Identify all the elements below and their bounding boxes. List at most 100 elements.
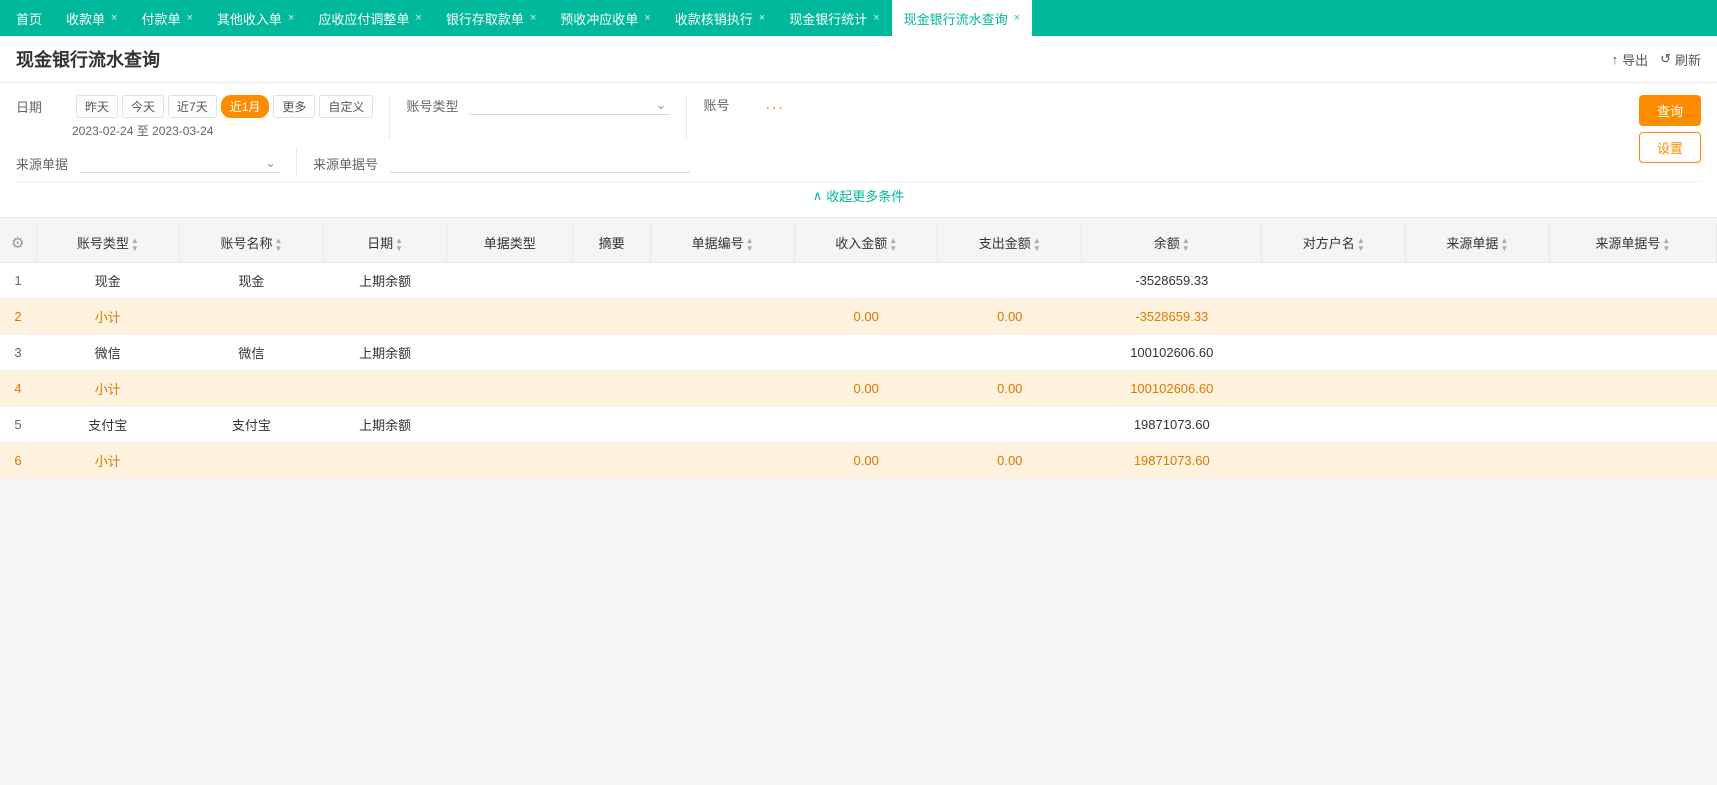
data-table: ⚙账号类型▲▼账号名称▲▼日期▲▼单据类型摘要单据编号▲▼收入金额▲▼支出金额▲… bbox=[0, 224, 1717, 479]
account-dots-button[interactable]: ... bbox=[765, 96, 784, 114]
query-button[interactable]: 查询 bbox=[1639, 95, 1701, 126]
cell-expense: 0.00 bbox=[938, 370, 1082, 406]
table-row: 4小计0.000.00100102606.60 bbox=[0, 370, 1717, 406]
nav-close-cash-bank-flow[interactable]: × bbox=[1014, 12, 1020, 24]
nav-close-receipt[interactable]: × bbox=[111, 12, 117, 24]
cell-no: 3 bbox=[0, 334, 36, 370]
date-btn-近7天[interactable]: 近7天 bbox=[168, 95, 217, 118]
cell-balance: 100102606.60 bbox=[1082, 334, 1262, 370]
col-header-account_type[interactable]: 账号类型▲▼ bbox=[36, 224, 180, 262]
col-header-expense[interactable]: 支出金额▲▼ bbox=[938, 224, 1082, 262]
table-row: 1现金现金上期余额-3528659.33 bbox=[0, 262, 1717, 298]
cell-doc_no bbox=[651, 370, 795, 406]
nav-item-other-income[interactable]: 其他收入单 × bbox=[205, 0, 306, 36]
cell-summary bbox=[573, 406, 651, 442]
col-label-source_doc: 来源单据 bbox=[1446, 236, 1498, 251]
cell-balance: 19871073.60 bbox=[1082, 406, 1262, 442]
cell-date bbox=[323, 298, 447, 334]
nav-item-payment[interactable]: 付款单× bbox=[129, 0, 204, 36]
account-type-select[interactable] bbox=[470, 95, 670, 115]
refresh-label: 刷新 bbox=[1675, 50, 1701, 69]
date-filter-block: 日期 昨天今天近7天近1月更多自定义 2023-02-24 至 2023-03-… bbox=[16, 95, 373, 139]
nav-item-receipt-verify[interactable]: 收款核销执行× bbox=[663, 0, 777, 36]
cell-doc_type bbox=[447, 370, 573, 406]
source-doc-no-input[interactable] bbox=[390, 153, 690, 173]
cell-source_doc_no bbox=[1549, 298, 1716, 334]
nav-item-home[interactable]: 首页 bbox=[4, 0, 54, 36]
export-button[interactable]: ↑ 导出 bbox=[1612, 50, 1649, 69]
cell-summary bbox=[573, 298, 651, 334]
nav-close-cash-bank-stats[interactable]: × bbox=[873, 12, 879, 24]
date-btn-近1月[interactable]: 近1月 bbox=[221, 95, 270, 118]
nav-item-bank-deposit[interactable]: 银行存取款单× bbox=[434, 0, 548, 36]
page-title: 现金银行流水查询 bbox=[16, 46, 160, 72]
cell-doc_type bbox=[447, 406, 573, 442]
sort-arrows-date: ▲▼ bbox=[395, 237, 403, 253]
cell-income bbox=[794, 406, 938, 442]
collapse-bar[interactable]: ∧ 收起更多条件 bbox=[16, 181, 1701, 209]
cell-income bbox=[794, 262, 938, 298]
cell-date bbox=[323, 442, 447, 478]
cell-expense: 0.00 bbox=[938, 442, 1082, 478]
cell-balance: 19871073.60 bbox=[1082, 442, 1262, 478]
nav-close-receipt-verify[interactable]: × bbox=[759, 12, 765, 24]
col-header-summary: 摘要 bbox=[573, 224, 651, 262]
col-header-doc_no[interactable]: 单据编号▲▼ bbox=[651, 224, 795, 262]
sort-arrows-account_name: ▲▼ bbox=[274, 237, 282, 253]
nav-close-advance-ar[interactable]: × bbox=[644, 12, 650, 24]
cell-balance: -3528659.33 bbox=[1082, 262, 1262, 298]
source-doc-select[interactable] bbox=[80, 153, 280, 173]
date-btn-更多[interactable]: 更多 bbox=[273, 95, 315, 118]
table-settings-icon[interactable]: ⚙ bbox=[11, 235, 24, 252]
cell-account_name bbox=[180, 298, 324, 334]
date-options: 昨天今天近7天近1月更多自定义 bbox=[76, 95, 373, 118]
sort-arrows-income: ▲▼ bbox=[889, 237, 897, 253]
cell-account_name bbox=[180, 442, 324, 478]
col-header-balance[interactable]: 余额▲▼ bbox=[1082, 224, 1262, 262]
cell-doc_type bbox=[447, 298, 573, 334]
cell-source_doc bbox=[1406, 298, 1550, 334]
col-label-balance: 余额 bbox=[1154, 236, 1180, 251]
col-header-source_doc_no[interactable]: 来源单据号▲▼ bbox=[1549, 224, 1716, 262]
cell-source_doc_no bbox=[1549, 262, 1716, 298]
nav-close-bank-deposit[interactable]: × bbox=[530, 12, 536, 24]
cell-doc_no bbox=[651, 406, 795, 442]
col-header-date[interactable]: 日期▲▼ bbox=[323, 224, 447, 262]
nav-item-advance-ar[interactable]: 预收冲应收单× bbox=[548, 0, 662, 36]
nav-close-payment[interactable]: × bbox=[186, 12, 192, 24]
cell-summary bbox=[573, 370, 651, 406]
cell-counterpart bbox=[1262, 370, 1406, 406]
collapse-label: 收起更多条件 bbox=[826, 186, 904, 205]
nav-item-cash-bank-stats[interactable]: 现金银行统计× bbox=[777, 0, 891, 36]
nav-item-ar-ap-adjust[interactable]: 应收应付调整单× bbox=[306, 0, 433, 36]
account-type-label: 账号类型 bbox=[406, 96, 458, 115]
cell-account_name bbox=[180, 370, 324, 406]
date-btn-今天[interactable]: 今天 bbox=[122, 95, 164, 118]
cell-source_doc_no bbox=[1549, 442, 1716, 478]
settings-button[interactable]: 设置 bbox=[1639, 132, 1701, 163]
col-header-settings: ⚙ bbox=[0, 224, 36, 262]
export-label: 导出 bbox=[1622, 50, 1648, 69]
refresh-button[interactable]: ↺ 刷新 bbox=[1660, 50, 1701, 69]
account-type-filter-block: 账号类型 bbox=[406, 95, 670, 115]
col-header-account_name[interactable]: 账号名称▲▼ bbox=[180, 224, 324, 262]
cell-date: 上期余额 bbox=[323, 334, 447, 370]
cell-source_doc_no bbox=[1549, 334, 1716, 370]
nav-item-receipt[interactable]: 收款单× bbox=[54, 0, 129, 36]
col-label-account_name: 账号名称 bbox=[220, 236, 272, 251]
nav-item-cash-bank-flow[interactable]: 现金银行流水查询× bbox=[892, 0, 1032, 36]
nav-item-label-other-income: 其他收入单 bbox=[217, 9, 282, 28]
date-btn-昨天[interactable]: 昨天 bbox=[76, 95, 118, 118]
cell-expense bbox=[938, 262, 1082, 298]
date-btn-自定义[interactable]: 自定义 bbox=[319, 95, 373, 118]
col-header-source_doc[interactable]: 来源单据▲▼ bbox=[1406, 224, 1550, 262]
nav-close-ar-ap-adjust[interactable]: × bbox=[415, 12, 421, 24]
col-header-counterpart[interactable]: 对方户名▲▼ bbox=[1262, 224, 1406, 262]
col-label-expense: 支出金额 bbox=[979, 236, 1031, 251]
col-label-income: 收入金额 bbox=[835, 236, 887, 251]
nav-close-other-income[interactable]: × bbox=[288, 12, 294, 24]
col-header-income[interactable]: 收入金额▲▼ bbox=[794, 224, 938, 262]
cell-account_name: 支付宝 bbox=[180, 406, 324, 442]
cell-source_doc_no bbox=[1549, 370, 1716, 406]
cell-source_doc bbox=[1406, 406, 1550, 442]
